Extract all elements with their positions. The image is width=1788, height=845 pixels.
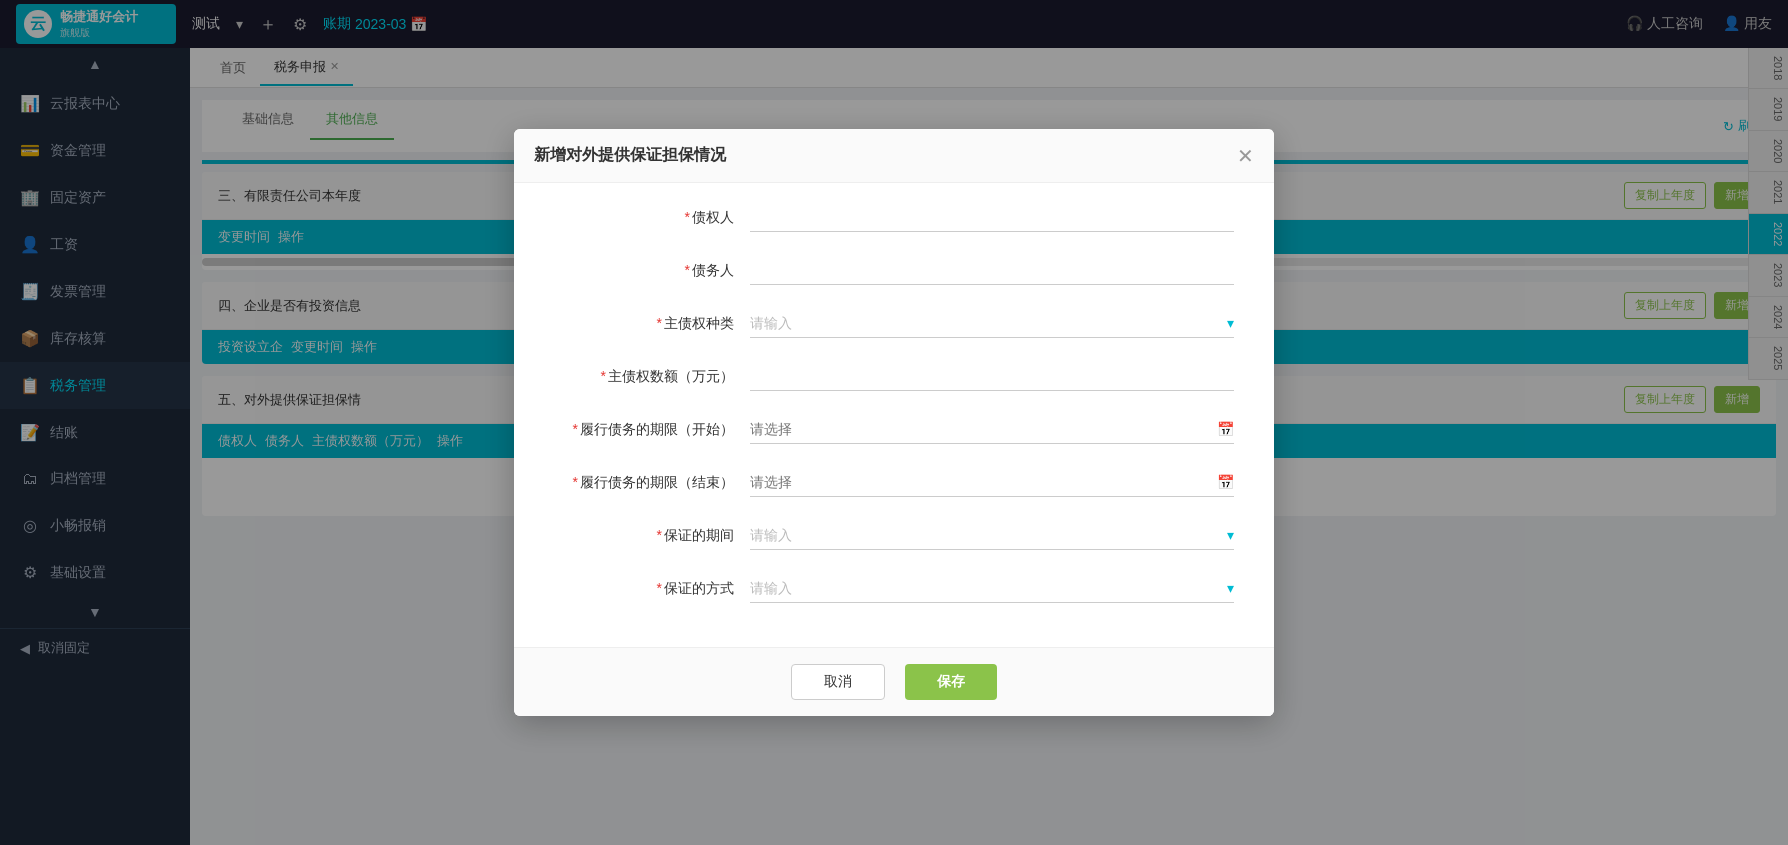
field-claim-type-label: *主债权种类	[554, 315, 734, 333]
modal-body: *债权人 *债务人 *主债权种类 ▾	[514, 183, 1274, 647]
field-guarantee-method-select[interactable]: ▾	[750, 574, 1234, 603]
field-creditor-row: *债权人	[554, 203, 1234, 232]
field-guarantee-method-row: *保证的方式 ▾	[554, 574, 1234, 603]
field-guarantee-period-select[interactable]: ▾	[750, 521, 1234, 550]
field-period-start-row: *履行债务的期限（开始） 📅	[554, 415, 1234, 444]
field-period-end-input[interactable]	[750, 474, 1217, 490]
field-period-start-label: *履行债务的期限（开始）	[554, 421, 734, 439]
guarantee-period-chevron-icon[interactable]: ▾	[1227, 527, 1234, 543]
field-debtor-label: *债务人	[554, 262, 734, 280]
field-guarantee-period-row: *保证的期间 ▾	[554, 521, 1234, 550]
field-period-end-label: *履行债务的期限（结束）	[554, 474, 734, 492]
field-period-end-date[interactable]: 📅	[750, 468, 1234, 497]
field-creditor-input[interactable]	[750, 203, 1234, 232]
claim-type-chevron-icon[interactable]: ▾	[1227, 315, 1234, 331]
field-creditor-label: *债权人	[554, 209, 734, 227]
period-start-calendar-icon[interactable]: 📅	[1217, 421, 1234, 437]
field-claim-type-input[interactable]	[750, 315, 1227, 331]
period-end-calendar-icon[interactable]: 📅	[1217, 474, 1234, 490]
field-claim-type-select[interactable]: ▾	[750, 309, 1234, 338]
field-guarantee-method-label: *保证的方式	[554, 580, 734, 598]
modal-dialog: 新增对外提供保证担保情况 ✕ *债权人 *债务人 *主债权种类	[514, 129, 1274, 716]
field-guarantee-period-input[interactable]	[750, 527, 1227, 543]
field-claim-amount-row: *主债权数额（万元）	[554, 362, 1234, 391]
field-period-start-input[interactable]	[750, 421, 1217, 437]
guarantee-method-chevron-icon[interactable]: ▾	[1227, 580, 1234, 596]
field-debtor-input[interactable]	[750, 256, 1234, 285]
field-guarantee-method-input[interactable]	[750, 580, 1227, 596]
modal-overlay: 新增对外提供保证担保情况 ✕ *债权人 *债务人 *主债权种类	[0, 0, 1788, 845]
field-guarantee-period-label: *保证的期间	[554, 527, 734, 545]
modal-close-button[interactable]: ✕	[1237, 146, 1254, 166]
field-claim-amount-label: *主债权数额（万元）	[554, 368, 734, 386]
modal-footer: 取消 保存	[514, 647, 1274, 716]
field-debtor-row: *债务人	[554, 256, 1234, 285]
field-period-end-row: *履行债务的期限（结束） 📅	[554, 468, 1234, 497]
field-claim-amount-input[interactable]	[750, 362, 1234, 391]
modal-title: 新增对外提供保证担保情况	[534, 145, 726, 166]
field-period-start-date[interactable]: 📅	[750, 415, 1234, 444]
modal-header: 新增对外提供保证担保情况 ✕	[514, 129, 1274, 183]
cancel-button[interactable]: 取消	[791, 664, 885, 700]
save-button[interactable]: 保存	[905, 664, 997, 700]
field-claim-type-row: *主债权种类 ▾	[554, 309, 1234, 338]
